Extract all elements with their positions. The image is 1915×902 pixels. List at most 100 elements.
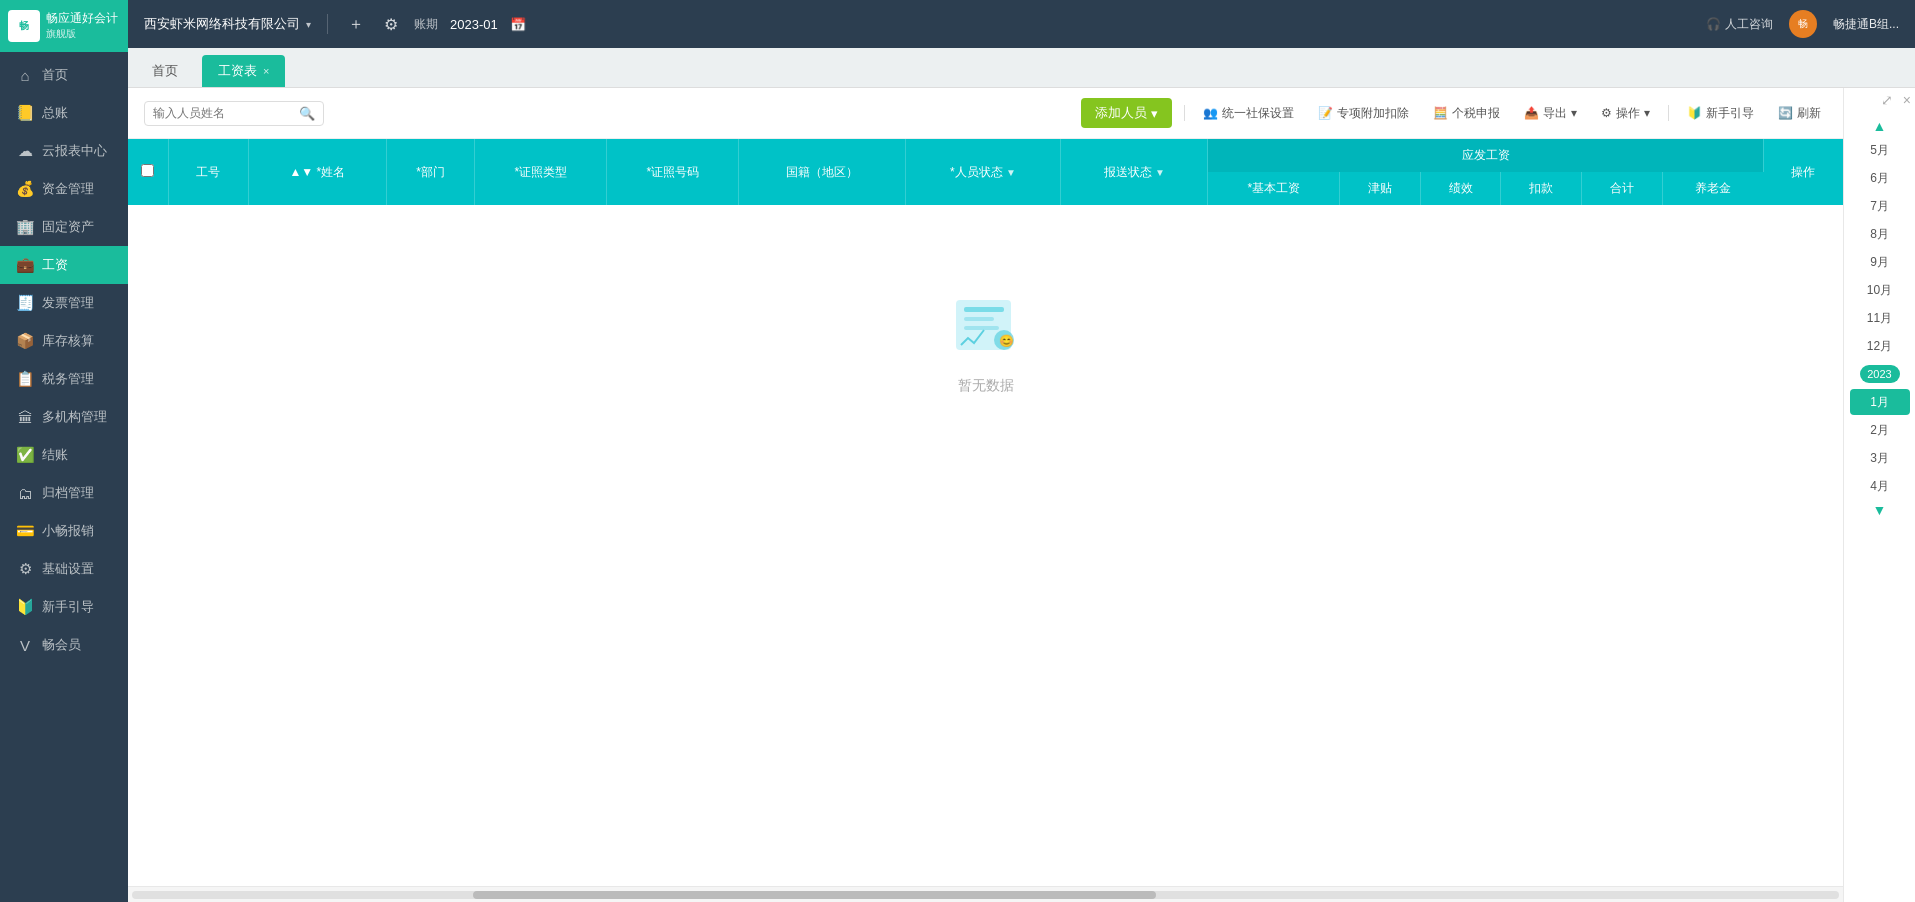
- search-input[interactable]: [153, 106, 293, 120]
- inventory-label: 库存核算: [42, 332, 94, 350]
- sidebar-item-ledger[interactable]: 📒 总账: [0, 94, 128, 132]
- support-btn[interactable]: 🎧 人工咨询: [1706, 16, 1773, 33]
- sidebar-item-invoice[interactable]: 🧾 发票管理: [0, 284, 128, 322]
- right-panel: × ⤢ ▲ 5月 6月 7月 8月 9月 10月 11月 12月 2023 1月…: [1843, 88, 1915, 902]
- logo-subtitle: 旗舰版: [46, 27, 118, 41]
- scrollbar-thumb[interactable]: [473, 891, 1156, 899]
- scrollbar-track[interactable]: [132, 891, 1839, 899]
- add-person-btn[interactable]: 添加人员 ▾: [1081, 98, 1172, 128]
- toolbar-sep-2: [1668, 105, 1669, 121]
- month-jan[interactable]: 1月: [1850, 389, 1910, 415]
- settings-label: 基础设置: [42, 560, 94, 578]
- th-payroll-group: 应发工资: [1208, 139, 1763, 172]
- maximize-panel-btn[interactable]: ⤢: [1881, 92, 1893, 108]
- tab-payroll[interactable]: 工资表 ×: [202, 55, 285, 87]
- add-company-btn[interactable]: ＋: [344, 10, 368, 39]
- funds-icon: 💰: [16, 180, 34, 198]
- svg-text:😊: 😊: [999, 333, 1014, 348]
- th-status: *人员状态 ▼: [905, 139, 1061, 205]
- period-label: 账期: [414, 16, 438, 33]
- fixed-assets-icon: 🏢: [16, 218, 34, 236]
- month-apr[interactable]: 4月: [1850, 473, 1910, 499]
- top-bar: 西安虾米网络科技有限公司 ▾ ＋ ⚙ 账期 2023-01 📅 🎧 人工咨询 畅…: [128, 0, 1915, 48]
- sidebar-item-archive[interactable]: 🗂 归档管理: [0, 474, 128, 512]
- home-icon: ⌂: [16, 67, 34, 84]
- th-dept: *部门: [386, 139, 475, 205]
- action-guide[interactable]: 🔰 新手引导: [1681, 101, 1760, 126]
- panel-scroll-down[interactable]: ▼: [1871, 500, 1889, 520]
- sidebar-item-settlement[interactable]: ✅ 结账: [0, 436, 128, 474]
- payroll-label: 工资: [42, 256, 68, 274]
- company-selector[interactable]: 西安虾米网络科技有限公司 ▾: [144, 15, 311, 33]
- sidebar-item-funds[interactable]: 💰 资金管理: [0, 170, 128, 208]
- th-allowance: 津贴: [1340, 172, 1421, 205]
- action-personal-tax[interactable]: 🧮 个税申报: [1427, 101, 1506, 126]
- report-filter-icon[interactable]: ▼: [1155, 167, 1165, 178]
- ledger-icon: 📒: [16, 104, 34, 122]
- guide-icon: 🔰: [16, 598, 34, 616]
- th-total: 合计: [1582, 172, 1663, 205]
- action-special-deduction[interactable]: 📝 专项附加扣除: [1312, 101, 1415, 126]
- sidebar-item-member[interactable]: V 畅会员: [0, 626, 128, 664]
- tax-icon: 📋: [16, 370, 34, 388]
- svg-rect-2: [964, 317, 994, 321]
- close-panel-btn[interactable]: ×: [1903, 92, 1911, 108]
- invoice-icon: 🧾: [16, 294, 34, 312]
- action-export[interactable]: 📤 导出 ▾: [1518, 101, 1583, 126]
- select-all-checkbox[interactable]: [141, 164, 154, 177]
- content-wrapper: 🔍 添加人员 ▾ 👥 统一社保设置 📝 专项附加扣除: [128, 88, 1915, 902]
- archive-icon: 🗂: [16, 485, 34, 502]
- sidebar-item-tax[interactable]: 📋 税务管理: [0, 360, 128, 398]
- tab-home[interactable]: 首页: [136, 55, 194, 87]
- refresh-icon: 🔄: [1778, 106, 1793, 120]
- status-filter-icon[interactable]: ▼: [1006, 167, 1016, 178]
- multi-org-icon: 🏛: [16, 409, 34, 426]
- tab-payroll-close[interactable]: ×: [263, 65, 269, 77]
- month-6[interactable]: 6月: [1850, 165, 1910, 191]
- sidebar-logo: 畅 畅应通好会计 旗舰版: [0, 0, 128, 52]
- th-checkbox[interactable]: [128, 139, 168, 205]
- add-person-dropdown-icon: ▾: [1151, 106, 1158, 121]
- sidebar-item-home[interactable]: ⌂ 首页: [0, 56, 128, 94]
- action-social-security[interactable]: 👥 统一社保设置: [1197, 101, 1300, 126]
- month-9[interactable]: 9月: [1850, 249, 1910, 275]
- month-8[interactable]: 8月: [1850, 221, 1910, 247]
- th-name: ▲▼ *姓名: [249, 139, 386, 205]
- month-12[interactable]: 12月: [1850, 333, 1910, 359]
- panel-scroll-up[interactable]: ▲: [1871, 116, 1889, 136]
- sidebar-item-payroll[interactable]: 💼 工资: [0, 246, 128, 284]
- action-operations[interactable]: ⚙ 操作 ▾: [1595, 101, 1656, 126]
- sidebar-item-multi-org[interactable]: 🏛 多机构管理: [0, 398, 128, 436]
- expense-label: 小畅报销: [42, 522, 94, 540]
- company-name: 西安虾米网络科技有限公司: [144, 15, 300, 33]
- month-feb[interactable]: 2月: [1850, 417, 1910, 443]
- logo-icon: 畅: [8, 10, 40, 42]
- sidebar-item-fixed-assets[interactable]: 🏢 固定资产: [0, 208, 128, 246]
- bottom-scrollbar[interactable]: [128, 886, 1843, 902]
- logo-title: 畅应通好会计: [46, 11, 118, 27]
- personal-tax-icon: 🧮: [1433, 106, 1448, 120]
- sidebar-item-expense[interactable]: 💳 小畅报销: [0, 512, 128, 550]
- month-5[interactable]: 5月: [1850, 137, 1910, 163]
- export-icon: 📤: [1524, 106, 1539, 120]
- month-7[interactable]: 7月: [1850, 193, 1910, 219]
- content-area: 🔍 添加人员 ▾ 👥 统一社保设置 📝 专项附加扣除: [128, 88, 1843, 902]
- th-performance: 绩效: [1420, 172, 1501, 205]
- company-dropdown-arrow[interactable]: ▾: [306, 19, 311, 30]
- calendar-icon[interactable]: 📅: [510, 17, 526, 32]
- funds-label: 资金管理: [42, 180, 94, 198]
- month-10[interactable]: 10月: [1850, 277, 1910, 303]
- payroll-table: 工号 ▲▼ *姓名 *部门 *证照类型 *证照号码 国籍（地区） *人员状态 ▼…: [128, 139, 1843, 205]
- sidebar-item-settings[interactable]: ⚙ 基础设置: [0, 550, 128, 588]
- sidebar-nav: ⌂ 首页 📒 总账 ☁ 云报表中心 💰 资金管理 🏢 固定资产 💼 工资 🧾 发…: [0, 52, 128, 902]
- year-badge: 2023: [1860, 365, 1900, 383]
- action-refresh[interactable]: 🔄 刷新: [1772, 101, 1827, 126]
- month-11[interactable]: 11月: [1850, 305, 1910, 331]
- month-mar[interactable]: 3月: [1850, 445, 1910, 471]
- search-icon[interactable]: 🔍: [299, 106, 315, 121]
- sidebar-item-guide[interactable]: 🔰 新手引导: [0, 588, 128, 626]
- settings-icon[interactable]: ⚙: [380, 11, 402, 38]
- sidebar-item-inventory[interactable]: 📦 库存核算: [0, 322, 128, 360]
- sidebar-item-cloud-report[interactable]: ☁ 云报表中心: [0, 132, 128, 170]
- cloud-report-label: 云报表中心: [42, 142, 107, 160]
